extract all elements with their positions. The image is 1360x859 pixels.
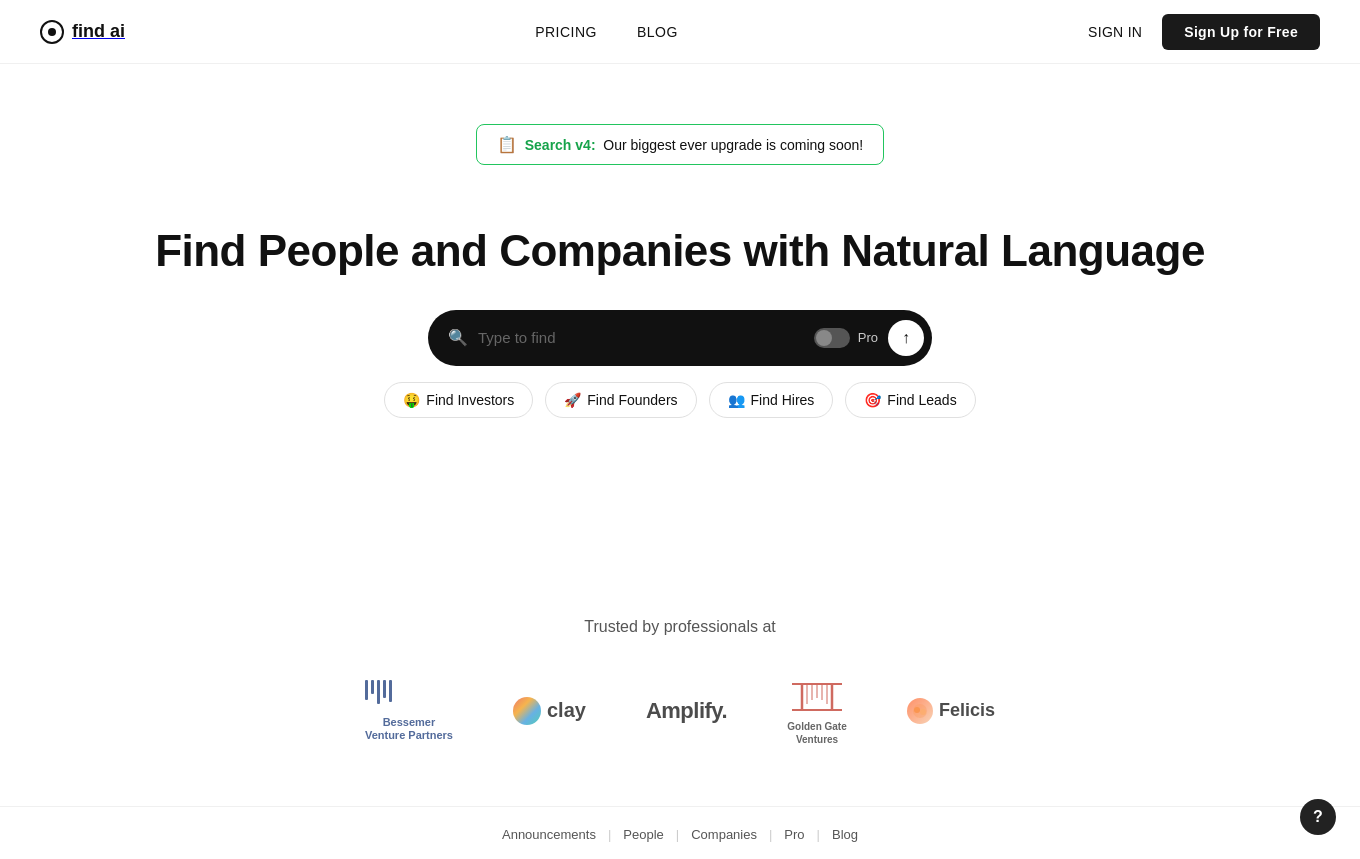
- hero-section: Find People and Companies with Natural L…: [0, 165, 1360, 458]
- footer-companies[interactable]: Companies: [679, 827, 769, 842]
- nav-right: SIGN IN Sign Up for Free: [1088, 14, 1320, 50]
- filter-find-leads[interactable]: 🎯 Find Leads: [845, 382, 975, 418]
- pro-toggle: Pro: [814, 328, 878, 348]
- trusted-label: Trusted by professionals at: [40, 618, 1320, 636]
- announcement-icon: 📋: [497, 135, 517, 154]
- trusted-section: Trusted by professionals at BessemerVent…: [0, 618, 1360, 806]
- felicis-text: Felicis: [939, 700, 995, 721]
- pro-label: Pro: [858, 330, 878, 345]
- quick-filters: 🤑 Find Investors 🚀 Find Founders 👥 Find …: [384, 382, 975, 418]
- logo-text: find ai: [72, 21, 125, 42]
- find-founders-emoji: 🚀: [564, 392, 581, 408]
- footer-people[interactable]: People: [611, 827, 675, 842]
- filter-find-hires[interactable]: 👥 Find Hires: [709, 382, 834, 418]
- announcement-text: Search v4: Our biggest ever upgrade is c…: [525, 137, 864, 153]
- find-leads-emoji: 🎯: [864, 392, 881, 408]
- bessemer-logo: BessemerVenture Partners: [365, 680, 453, 742]
- find-founders-label: Find Founders: [587, 392, 677, 408]
- logo-icon: [40, 20, 64, 44]
- bessemer-text: BessemerVenture Partners: [365, 716, 453, 742]
- announcement-label: Search v4:: [525, 137, 596, 153]
- find-hires-label: Find Hires: [751, 392, 815, 408]
- filter-find-founders[interactable]: 🚀 Find Founders: [545, 382, 696, 418]
- search-input[interactable]: [478, 329, 804, 346]
- search-bar: 🔍 Pro ↑: [428, 310, 932, 366]
- search-submit-icon: ↑: [902, 329, 910, 347]
- felicis-icon: [907, 698, 933, 724]
- svg-point-11: [920, 709, 926, 715]
- bessemer-lines-icon: [365, 680, 392, 704]
- find-hires-emoji: 👥: [728, 392, 745, 408]
- search-submit-button[interactable]: ↑: [888, 320, 924, 356]
- nav-pricing[interactable]: PRICING: [535, 24, 597, 40]
- footer: Announcements | People | Companies | Pro…: [0, 806, 1360, 859]
- footer-blog[interactable]: Blog: [820, 827, 870, 842]
- clay-sphere-icon: [513, 697, 541, 725]
- hero-title: Find People and Companies with Natural L…: [155, 225, 1205, 278]
- logo-link[interactable]: find ai: [40, 20, 125, 44]
- search-icon: 🔍: [448, 328, 468, 347]
- company-logo-row: BessemerVenture Partners clay Amplify.: [40, 676, 1320, 746]
- find-leads-label: Find Leads: [887, 392, 956, 408]
- announcement-banner: 📋 Search v4: Our biggest ever upgrade is…: [476, 124, 885, 165]
- filter-find-investors[interactable]: 🤑 Find Investors: [384, 382, 533, 418]
- navbar: find ai PRICING BLOG SIGN IN Sign Up for…: [0, 0, 1360, 64]
- footer-announcements[interactable]: Announcements: [490, 827, 608, 842]
- amplify-logo: Amplify.: [646, 698, 727, 724]
- find-investors-emoji: 🤑: [403, 392, 420, 408]
- footer-links: Announcements | People | Companies | Pro…: [20, 827, 1340, 842]
- amplify-text: Amplify.: [646, 698, 727, 724]
- pro-toggle-track[interactable]: [814, 328, 850, 348]
- svg-point-10: [914, 707, 920, 713]
- footer-pro[interactable]: Pro: [772, 827, 816, 842]
- find-investors-label: Find Investors: [426, 392, 514, 408]
- help-button[interactable]: ?: [1300, 799, 1336, 835]
- felicis-logo: Felicis: [907, 698, 995, 724]
- sign-up-button[interactable]: Sign Up for Free: [1162, 14, 1320, 50]
- clay-text: clay: [547, 699, 586, 722]
- sign-in-button[interactable]: SIGN IN: [1088, 24, 1142, 40]
- golden-gate-text: Golden GateVentures: [787, 720, 846, 746]
- nav-center: PRICING BLOG: [535, 24, 678, 40]
- pro-toggle-thumb: [816, 330, 832, 346]
- nav-blog[interactable]: BLOG: [637, 24, 678, 40]
- golden-gate-bridge-icon: [787, 676, 847, 712]
- golden-gate-logo: Golden GateVentures: [787, 676, 847, 746]
- clay-logo: clay: [513, 697, 586, 725]
